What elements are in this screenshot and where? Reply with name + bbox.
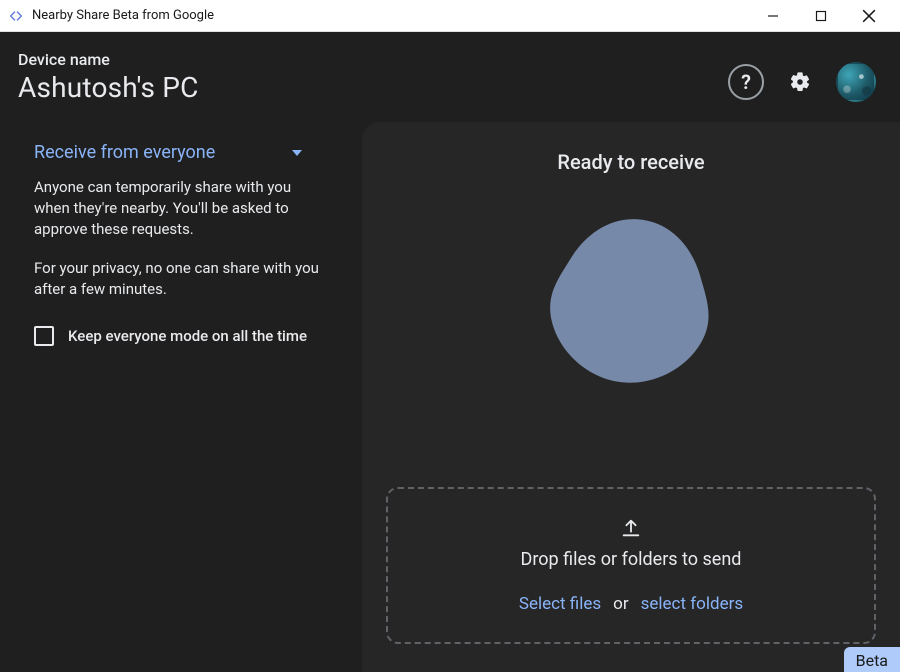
account-avatar[interactable]	[836, 62, 876, 102]
app-header: Device name Ashutosh's PC ?	[0, 32, 900, 114]
checkbox-label: Keep everyone mode on all the time	[68, 327, 307, 345]
content: Receive from everyone Anyone can tempora…	[0, 114, 900, 672]
app-icon	[8, 8, 24, 24]
close-button[interactable]	[846, 1, 892, 31]
keep-everyone-checkbox[interactable]: Keep everyone mode on all the time	[34, 326, 332, 346]
sidebar: Receive from everyone Anyone can tempora…	[0, 122, 362, 672]
maximize-button[interactable]	[798, 1, 844, 31]
gear-icon	[789, 71, 811, 93]
select-folders-button[interactable]: select folders	[641, 594, 744, 614]
receive-animation	[541, 204, 721, 477]
beta-badge: Beta	[844, 647, 900, 672]
device-name-label: Device name	[18, 50, 712, 69]
drop-zone-actions: Select files or select folders	[519, 594, 743, 614]
or-text: or	[613, 594, 628, 614]
visibility-info-1: Anyone can temporarily share with you wh…	[34, 177, 324, 240]
window-title: Nearby Share Beta from Google	[32, 8, 750, 23]
device-name-block: Device name Ashutosh's PC	[18, 50, 712, 104]
select-files-button[interactable]: Select files	[519, 594, 601, 614]
checkbox-box	[34, 326, 54, 346]
ready-title: Ready to receive	[557, 150, 704, 174]
chevron-down-icon	[292, 150, 302, 156]
visibility-info-2: For your privacy, no one can share with …	[34, 258, 324, 300]
help-icon: ?	[741, 72, 751, 92]
drop-zone-text: Drop files or folders to send	[521, 549, 742, 570]
app-root: Device name Ashutosh's PC ? Receive from…	[0, 32, 900, 672]
visibility-dropdown[interactable]: Receive from everyone	[34, 142, 332, 177]
main-panel: Ready to receive Drop files or folders t…	[362, 122, 900, 672]
window-controls	[750, 1, 892, 31]
device-name-value: Ashutosh's PC	[18, 71, 712, 104]
window-title-bar: Nearby Share Beta from Google	[0, 0, 900, 32]
settings-button[interactable]	[782, 64, 818, 100]
header-actions: ?	[728, 62, 876, 102]
help-button[interactable]: ?	[728, 64, 764, 100]
minimize-button[interactable]	[750, 1, 796, 31]
drop-zone[interactable]: Drop files or folders to send Select fil…	[386, 487, 876, 644]
visibility-dropdown-label: Receive from everyone	[34, 142, 215, 163]
blob-icon	[541, 210, 721, 390]
upload-icon	[620, 517, 642, 539]
